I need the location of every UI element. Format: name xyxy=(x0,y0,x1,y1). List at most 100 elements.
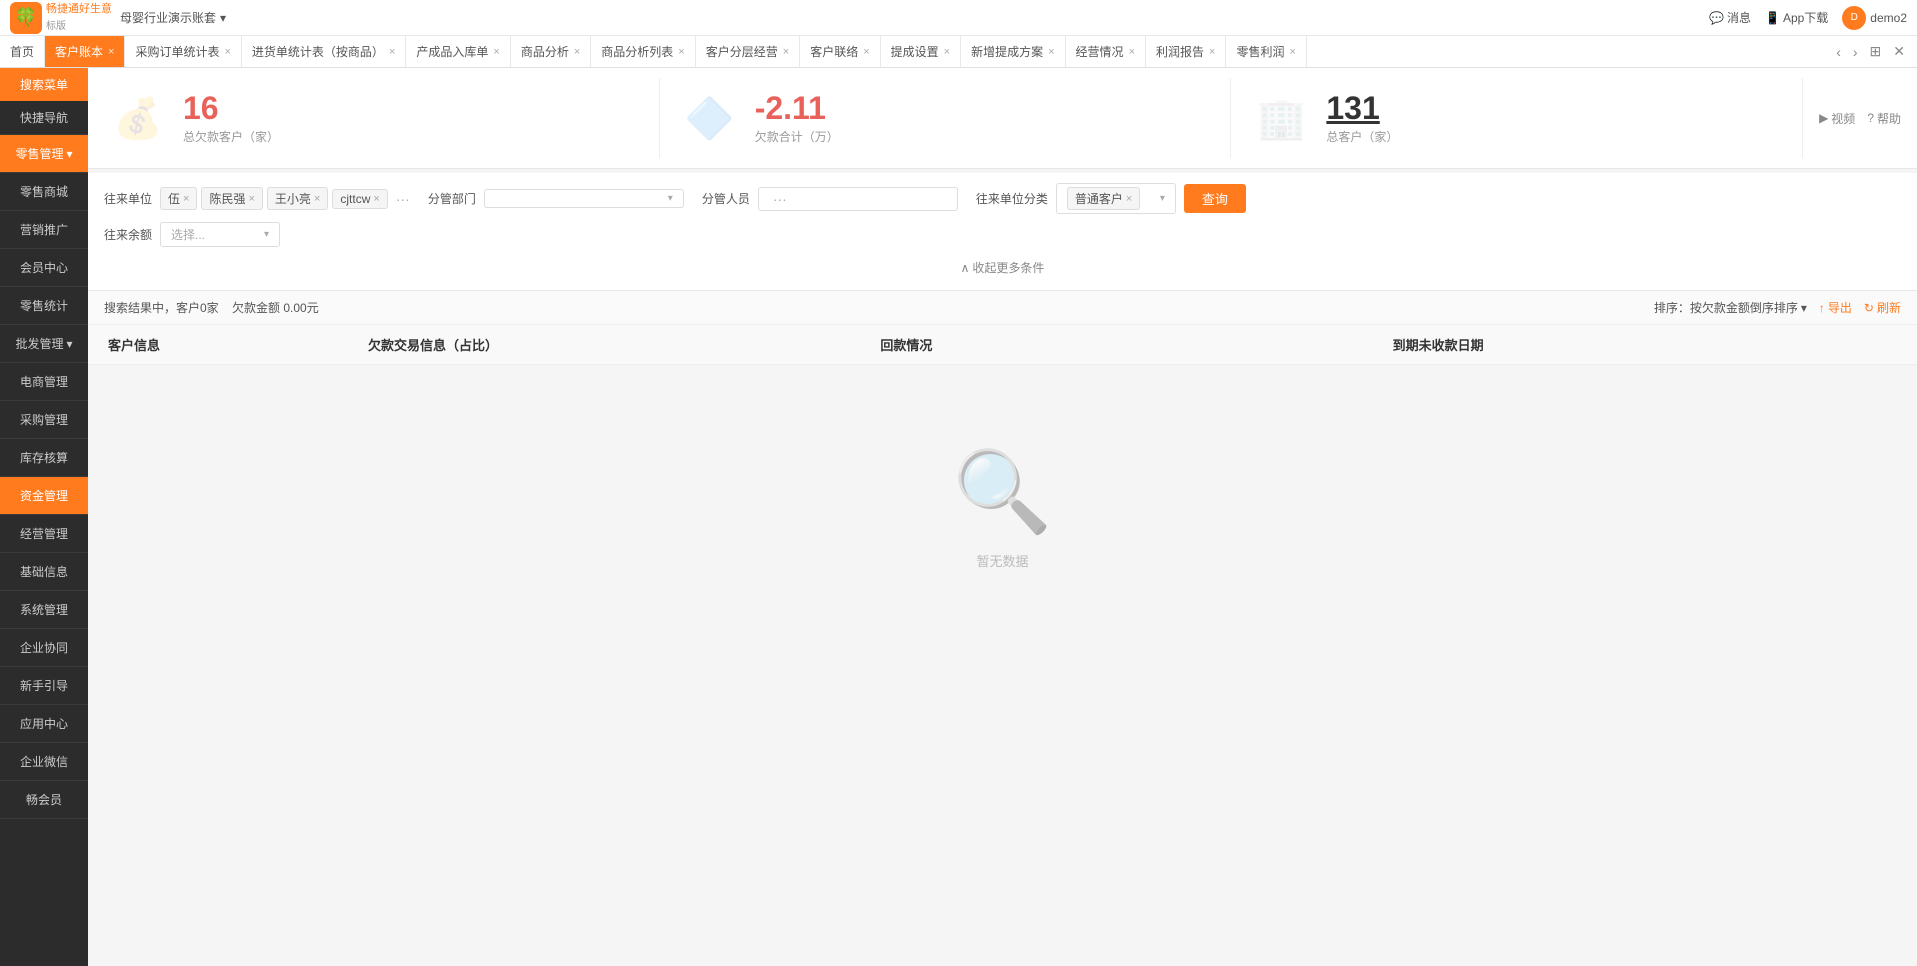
sort-select[interactable]: 排序：按欠款金额倒序排序 ▾ xyxy=(1654,299,1807,316)
division-select[interactable]: ▾ xyxy=(484,189,684,208)
tab-close-button-10[interactable]: × xyxy=(1048,46,1054,58)
sidebar-item-system[interactable]: 系统管理 xyxy=(0,591,88,629)
refresh-button[interactable]: ↻ 刷新 xyxy=(1864,299,1901,316)
manager-select[interactable]: ··· xyxy=(758,187,958,211)
app-title: 畅捷通好生意 xyxy=(46,3,112,16)
tag-close-2[interactable]: × xyxy=(314,193,320,205)
sidebar-item-wholesale[interactable]: 批发管理▾ xyxy=(0,325,88,363)
collapse-button[interactable]: ∧ 收起更多条件 xyxy=(957,255,1049,280)
query-button[interactable]: 查询 xyxy=(1184,184,1246,213)
chevron-down-icon: ▾ xyxy=(1160,193,1165,204)
filter-row-2: 往来余额 选择... ▾ xyxy=(104,222,1901,247)
tab-close-button-9[interactable]: × xyxy=(944,46,950,58)
tab-item-10[interactable]: 新增提成方案× xyxy=(961,36,1065,67)
empty-text: 暂无数据 xyxy=(976,551,1028,570)
debt-amount-label: 欠款合计（万） xyxy=(755,128,839,145)
sidebar-item-apps[interactable]: 应用中心 xyxy=(0,705,88,743)
sidebar-item-newbie[interactable]: 新手引导 xyxy=(0,667,88,705)
sidebar-item-vip[interactable]: 畅会员 xyxy=(0,781,88,819)
tab-close-button-11[interactable]: × xyxy=(1129,46,1135,58)
tab-close-button-13[interactable]: × xyxy=(1289,46,1295,58)
unit-class-label: 往来单位分类 xyxy=(976,190,1048,207)
logo-icon: 🍀 xyxy=(10,2,42,34)
tab-close-button-5[interactable]: × xyxy=(574,46,580,58)
tab-item-8[interactable]: 客户联络× xyxy=(800,36,880,67)
sidebar-item-ecommerce[interactable]: 电商管理 xyxy=(0,363,88,401)
debt-amount-text: 欠款金额 0.00元 xyxy=(232,301,319,315)
sidebar-item-purchase[interactable]: 采购管理 xyxy=(0,401,88,439)
more-tags-button[interactable]: ··· xyxy=(396,191,410,207)
sidebar-item-enterprise[interactable]: 企业协同 xyxy=(0,629,88,667)
tab-item-12[interactable]: 利润报告× xyxy=(1146,36,1226,67)
sidebar-item-retail[interactable]: 零售管理▾ xyxy=(0,135,88,173)
table-header: 客户信息 欠款交易信息（占比） 回款情况 到期未收款日期 xyxy=(88,325,1917,365)
tab-item-3[interactable]: 进货单统计表（按商品）× xyxy=(242,36,406,67)
tab-item-1[interactable]: 客户账本× xyxy=(45,36,125,67)
tab-close-button-1[interactable]: × xyxy=(108,46,114,58)
user-menu[interactable]: D demo2 xyxy=(1842,6,1907,30)
tab-close-button-2[interactable]: × xyxy=(224,46,230,58)
tab-item-0[interactable]: 首页 xyxy=(0,36,45,67)
export-icon: ↑ xyxy=(1819,301,1825,315)
balance-label: 往来余额 xyxy=(104,226,152,243)
company-unit-tags: 伍 ×陈民强 ×王小亮 ×cjttcw × xyxy=(160,187,388,210)
manager-more-icon: ··· xyxy=(773,191,787,207)
tab-close-button-12[interactable]: × xyxy=(1209,46,1215,58)
tag-close-1[interactable]: × xyxy=(248,193,254,205)
tab-close-button-4[interactable]: × xyxy=(493,46,499,58)
sort-label: 排序：按欠款金额倒序排序 xyxy=(1654,299,1798,316)
tab-item-2[interactable]: 采购订单统计表× xyxy=(125,36,241,67)
table-col-customer: 客户信息 xyxy=(104,335,364,354)
avatar: D xyxy=(1842,6,1866,30)
company-selector[interactable]: 母婴行业演示账套 ▾ xyxy=(120,9,226,26)
message-icon: 💬 xyxy=(1709,11,1724,25)
unit-class-tag-close[interactable]: × xyxy=(1126,193,1132,205)
tab-next-button[interactable]: › xyxy=(1849,42,1862,62)
tab-item-7[interactable]: 客户分层经营× xyxy=(696,36,800,67)
video-link[interactable]: ▶ 视频 xyxy=(1819,110,1855,127)
message-link[interactable]: 💬 消息 xyxy=(1709,9,1751,26)
sidebar-item-retail-stats[interactable]: 零售统计 xyxy=(0,287,88,325)
help-icon: ? xyxy=(1867,111,1874,125)
export-button[interactable]: ↑ 导出 xyxy=(1819,299,1852,316)
sidebar-item-marketing[interactable]: 营销推广 xyxy=(0,211,88,249)
tag-close-3[interactable]: × xyxy=(373,193,379,205)
download-icon: 📱 xyxy=(1765,11,1780,25)
table-col-overdue: 到期未收款日期 xyxy=(1389,335,1901,354)
tab-item-9[interactable]: 提成设置× xyxy=(881,36,961,67)
sidebar-item-basics[interactable]: 基础信息 xyxy=(0,553,88,591)
stat-card-total-customers: 🏢 131 总客户（家） xyxy=(1231,78,1803,158)
debt-amount-number: -2.11 xyxy=(755,92,839,124)
balance-select[interactable]: 选择... ▾ xyxy=(160,222,280,247)
company-unit-tag-2: 王小亮 × xyxy=(267,187,328,210)
sidebar-item-search[interactable]: 搜索菜单 xyxy=(0,68,88,101)
chevron-down-icon: ▾ xyxy=(1801,301,1807,315)
unit-class-select[interactable]: 普通客户 × ▾ xyxy=(1056,183,1176,214)
tab-item-13[interactable]: 零售利润× xyxy=(1226,36,1306,67)
tab-close-button-3[interactable]: × xyxy=(389,46,395,58)
tab-item-6[interactable]: 商品分析列表× xyxy=(591,36,695,67)
sidebar-item-finance[interactable]: 资金管理 xyxy=(0,477,88,515)
stat-card-debt-amount: 🔷 -2.11 欠款合计（万） xyxy=(660,78,1232,158)
tab-prev-button[interactable]: ‹ xyxy=(1832,42,1845,62)
app-download-link[interactable]: 📱 App下载 xyxy=(1765,9,1828,26)
sidebar-item-retail-mall[interactable]: 零售商城 xyxy=(0,173,88,211)
tab-item-11[interactable]: 经营情况× xyxy=(1066,36,1146,67)
tab-item-4[interactable]: 产成品入库单× xyxy=(406,36,510,67)
tab-item-5[interactable]: 商品分析× xyxy=(511,36,591,67)
sidebar-item-operations[interactable]: 经营管理 xyxy=(0,515,88,553)
tab-expand-button[interactable]: ⊞ xyxy=(1866,41,1886,62)
tab-close-button-7[interactable]: × xyxy=(783,46,789,58)
tab-close-all-button[interactable]: ✕ xyxy=(1889,41,1909,62)
sidebar-item-member[interactable]: 会员中心 xyxy=(0,249,88,287)
tab-close-button-6[interactable]: × xyxy=(678,46,684,58)
sidebar-item-inventory[interactable]: 库存核算 xyxy=(0,439,88,477)
main-layout: 搜索菜单快捷导航零售管理▾零售商城营销推广会员中心零售统计批发管理▾电商管理采购… xyxy=(0,68,1917,966)
tab-close-button-8[interactable]: × xyxy=(863,46,869,58)
sidebar-item-quick[interactable]: 快捷导航 xyxy=(0,101,88,135)
search-result-text: 搜索结果中，客户0家 xyxy=(104,301,219,315)
help-link[interactable]: ? 帮助 xyxy=(1867,110,1901,127)
sidebar-item-wechat[interactable]: 企业微信 xyxy=(0,743,88,781)
tag-close-0[interactable]: × xyxy=(183,193,189,205)
manager-label: 分管人员 xyxy=(702,190,750,207)
